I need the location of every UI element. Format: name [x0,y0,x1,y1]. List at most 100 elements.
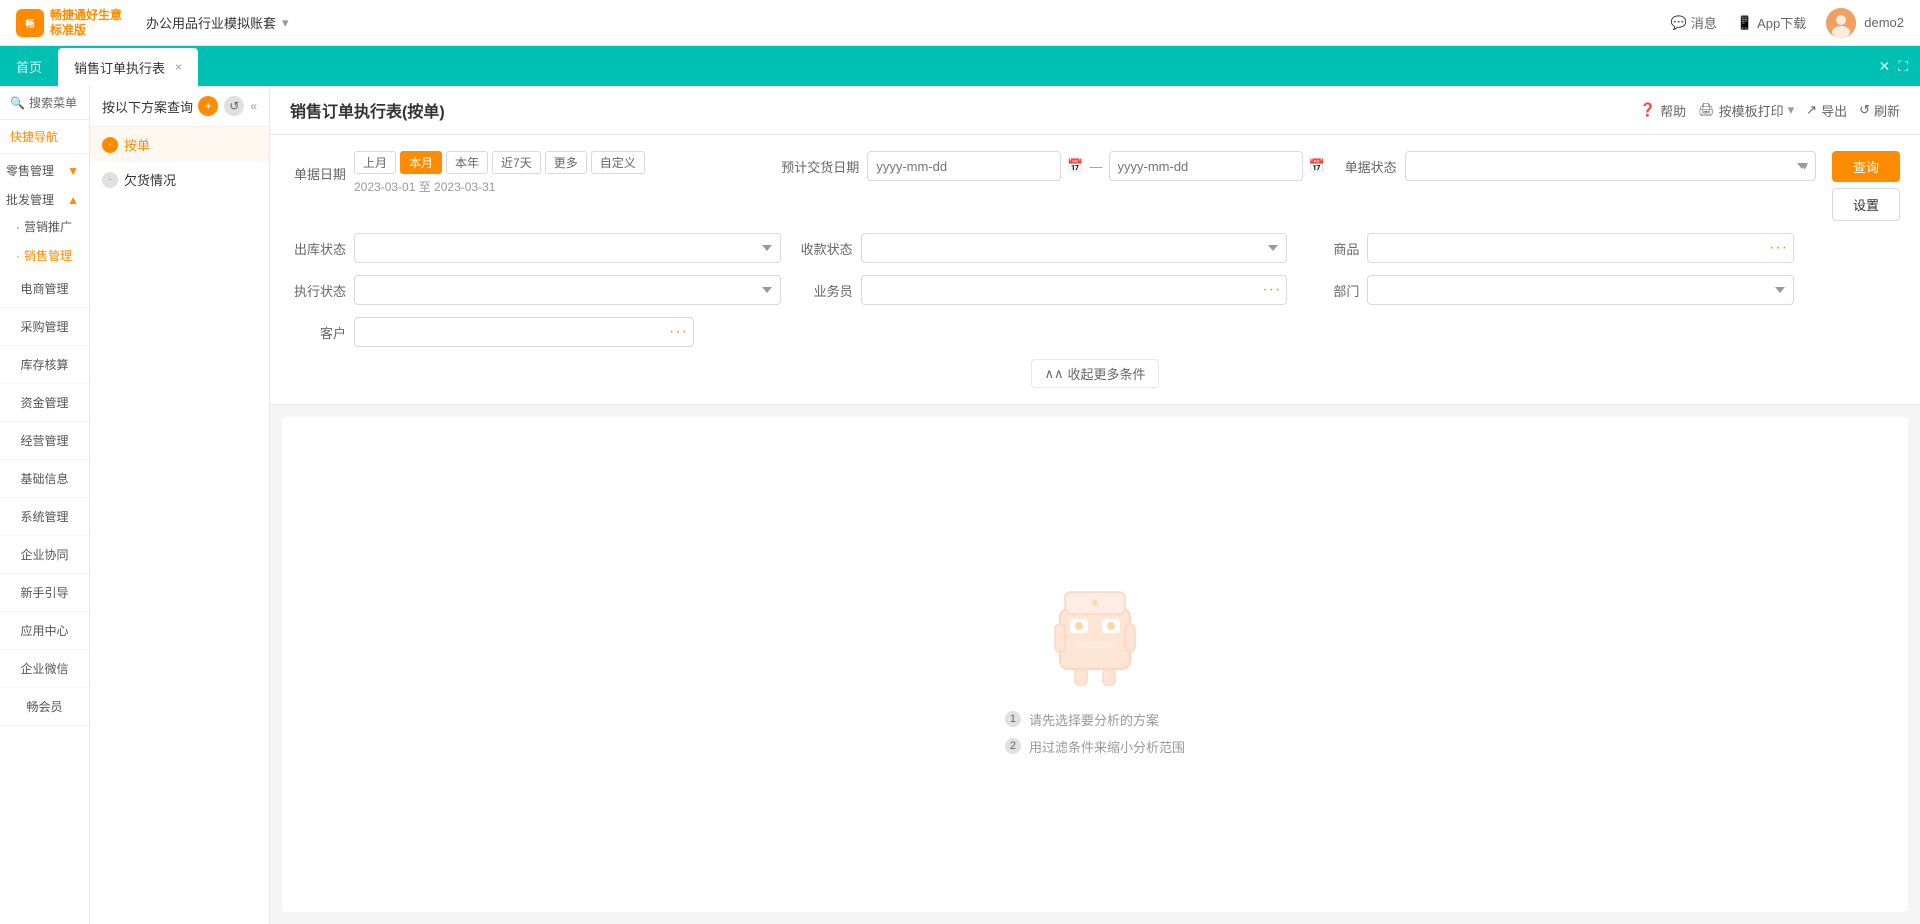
sidebar-item-enterprise[interactable]: 企业协同 [0,536,89,574]
sidebar-search[interactable]: 🔍 搜索菜单 [0,86,89,120]
print-icon: 🖨 [1698,102,1715,118]
help-icon: ❓ [1640,102,1656,118]
collapse-up-icon: ∧∧ [1044,366,1063,382]
scheme-item-by-order[interactable]: · 按单 [90,127,269,162]
top-header: 畅 畅捷通好生意 标准版 办公用品行业模拟账套 ▾ 💬 消息 📱 App下载 d… [0,0,1920,46]
message-button[interactable]: 💬 消息 [1671,13,1717,32]
goods-label: 商品 [1303,239,1359,258]
left-panel: 按以下方案查询 + ↺ « · 按单 · 欠货情况 [90,86,270,924]
print-button[interactable]: 🖨 按模板打印 ▾ [1698,101,1794,120]
sidebar-item-wechat[interactable]: 企业微信 [0,650,89,688]
period-this-year[interactable]: 本年 [446,151,488,174]
tip-num-2: 2 [1005,738,1021,754]
refresh-scheme-button[interactable]: ↺ [224,96,244,116]
export-icon: ↗ [1806,102,1817,118]
breadcrumb-arrow-icon[interactable]: ▾ [282,15,289,31]
tip-text-2: 用过滤条件来缩小分析范围 [1029,737,1185,756]
expected-date-from[interactable] [867,151,1061,181]
filter-panel: 单据日期 上月 本月 本年 近7天 更多 自定义 2023-03-01 至 20… [270,135,1920,405]
tab-sales-order[interactable]: 销售订单执行表 × [58,48,198,86]
goods-input[interactable] [1367,233,1794,263]
period-more[interactable]: 更多 [545,151,587,174]
retail-arrow-icon: ▼ [67,164,79,178]
sidebar-item-operations[interactable]: 经营管理 [0,422,89,460]
empty-tip-2: 2 用过滤条件来缩小分析范围 [1005,737,1185,756]
refresh-button[interactable]: ↺ 刷新 [1859,101,1900,120]
user-profile-button[interactable]: demo2 [1826,8,1904,38]
sales-order-tab-label: 销售订单执行表 [74,58,165,77]
exec-status-select[interactable] [354,275,781,305]
add-scheme-button[interactable]: + [198,96,218,116]
receipt-status-label: 收款状态 [797,239,853,258]
app-download-button[interactable]: 📱 App下载 [1737,13,1806,32]
help-button[interactable]: ❓ 帮助 [1640,101,1686,120]
username: demo2 [1864,15,1904,30]
breadcrumb-text: 办公用品行业模拟账套 [146,13,276,32]
warehouse-status-select[interactable] [354,233,781,263]
customer-label: 客户 [290,323,346,342]
download-icon: 📱 [1737,15,1753,31]
period-this-month[interactable]: 本月 [400,151,442,174]
collapse-filter-button[interactable]: ∧∧ 收起更多条件 [1031,359,1158,388]
receipt-status-select[interactable] [861,233,1288,263]
goods-picker-icon[interactable]: ··· [1769,239,1788,257]
tip-num-1: 1 [1005,711,1021,727]
period-last-7-days[interactable]: 近7天 [492,151,541,174]
status-select[interactable] [1405,151,1816,181]
sidebar-item-newbie[interactable]: 新手引导 [0,574,89,612]
sidebar-item-wholesale[interactable]: 批发管理 ▲ [0,183,89,212]
search-icon: 🔍 [10,96,25,110]
sidebar-item-purchase[interactable]: 采购管理 [0,308,89,346]
logo-area: 畅 畅捷通好生意 标准版 [16,8,122,37]
sidebar-item-ecommerce[interactable]: 电商管理 [0,270,89,308]
sidebar-item-member[interactable]: 畅会员 [0,688,89,726]
search-buttons: 查询 设置 [1832,151,1900,221]
sidebar-item-inventory[interactable]: 库存核算 [0,346,89,384]
tab-close-window-icon[interactable]: ✕ [1878,58,1890,75]
sidebar-item-sales[interactable]: · 销售管理 [0,241,89,270]
content-area: 按以下方案查询 + ↺ « · 按单 · 欠货情况 [90,86,1920,924]
sidebar-item-app-center[interactable]: 应用中心 [0,612,89,650]
period-custom[interactable]: 自定义 [591,151,645,174]
sidebar-item-system[interactable]: 系统管理 [0,498,89,536]
main-layout: 🔍 搜索菜单 快捷导航 零售管理 ▼ 批发管理 ▲ · 营销推广 · 销售管理 … [0,86,1920,924]
status-label: 单据状态 [1341,157,1397,176]
expected-date-to[interactable] [1109,151,1303,181]
left-panel-actions: + ↺ « [198,96,257,116]
expected-date-range: 📅 — 📅 [867,151,1324,181]
calendar-from-icon[interactable]: 📅 [1067,158,1083,174]
salesman-input[interactable] [861,275,1288,305]
salesman-picker-icon[interactable]: ··· [1262,281,1281,299]
sidebar-item-finance[interactable]: 资金管理 [0,384,89,422]
sidebar-item-basic-info[interactable]: 基础信息 [0,460,89,498]
sidebar-item-marketing[interactable]: · 营销推广 [0,212,89,241]
search-button[interactable]: 查询 [1832,151,1900,182]
sidebar-quick-nav[interactable]: 快捷导航 [0,120,89,154]
empty-tips: 1 请先选择要分析的方案 2 用过滤条件来缩小分析范围 [1005,710,1185,756]
customer-input[interactable] [354,317,694,347]
tab-maximize-icon[interactable]: ⛶ [1898,58,1908,75]
dept-select[interactable] [1367,275,1794,305]
left-panel-title: 按以下方案查询 [102,97,193,116]
export-button[interactable]: ↗ 导出 [1806,101,1847,120]
main-content: 销售订单执行表(按单) ❓ 帮助 🖨 按模板打印 ▾ ↗ 导出 [270,86,1920,924]
marketing-icon: · [16,220,20,234]
sidebar-item-retail[interactable]: 零售管理 ▼ [0,154,89,183]
breadcrumb: 办公用品行业模拟账套 ▾ [146,13,289,32]
single-date-label: 单据日期 [290,164,346,183]
scheme-dot-active: · [102,137,118,153]
print-dropdown-icon: ▾ [1788,102,1795,118]
sales-icon: · [16,249,20,263]
calendar-to-icon[interactable]: 📅 [1309,158,1325,174]
wholesale-arrow-icon: ▲ [67,193,79,207]
scheme-item-shortage[interactable]: · 欠货情况 [90,162,269,197]
tab-home[interactable]: 首页 [0,46,58,86]
settings-button[interactable]: 设置 [1832,188,1900,221]
tab-bar-right: ✕ ⛶ [1878,58,1920,75]
period-last-month[interactable]: 上月 [354,151,396,174]
tab-close-icon[interactable]: × [175,60,182,74]
customer-picker-icon[interactable]: ··· [669,323,688,341]
empty-illustration [1035,574,1155,694]
page-header: 销售订单执行表(按单) ❓ 帮助 🖨 按模板打印 ▾ ↗ 导出 [270,86,1920,135]
collapse-panel-button[interactable]: « [250,99,257,113]
